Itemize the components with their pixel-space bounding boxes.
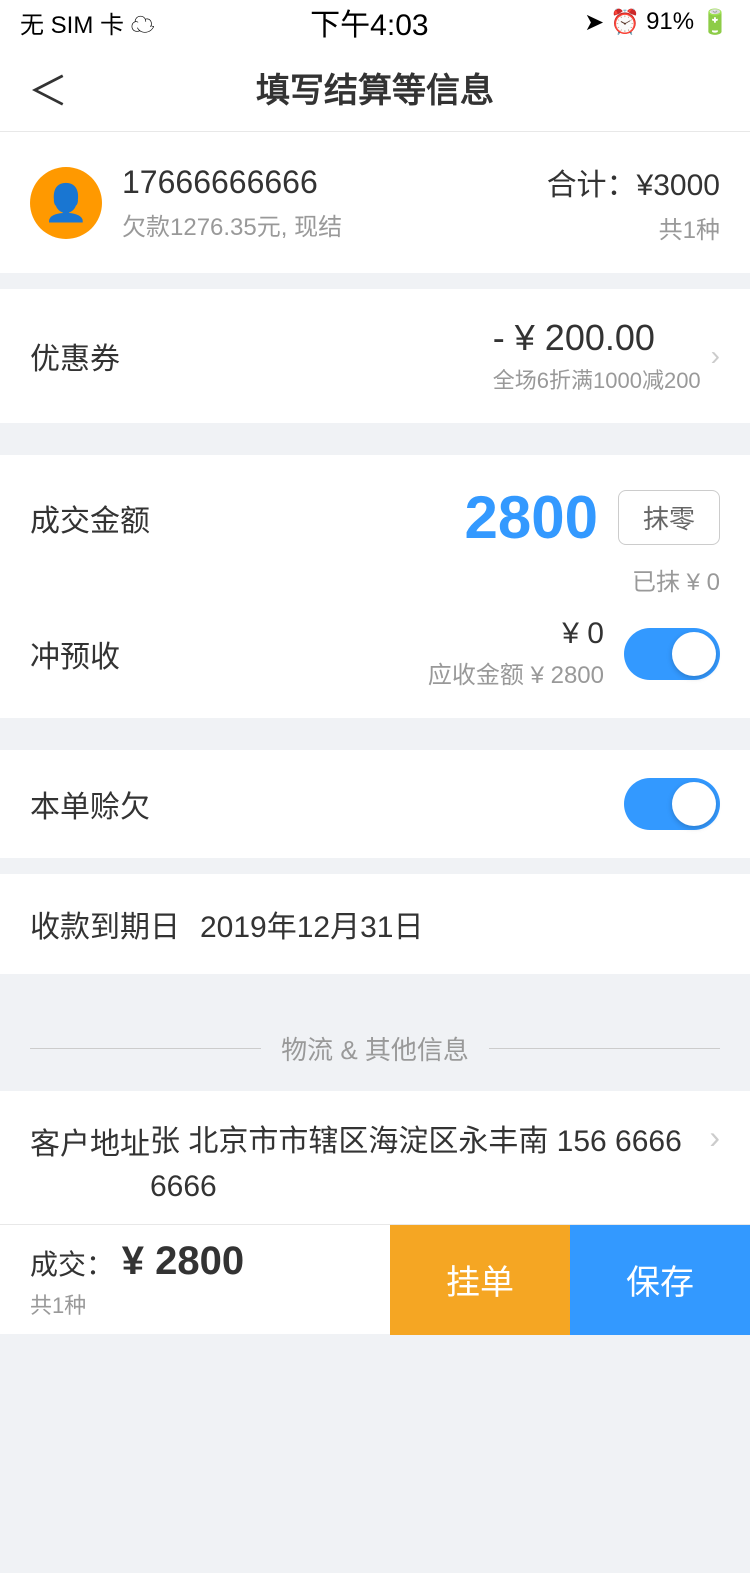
status-time: 下午4:03 [310, 0, 428, 44]
battery-level: 91% [646, 8, 694, 36]
coupon-desc: 全场6折满1000减200 [493, 363, 701, 395]
customer-card: 👤 17666666666 欠款1276.35元, 现结 合计：¥3000 共1… [0, 132, 750, 273]
prereceive-row: 冲预收 ¥ 0 应收金额 ¥ 2800 [30, 597, 720, 690]
amount-sub: 已抹 ¥ 0 [30, 562, 720, 597]
prereceive-values: ¥ 0 应收金额 ¥ 2800 [428, 617, 604, 690]
battery-icon: 🔋 [700, 8, 730, 37]
address-value: 张 北京市市辖区海淀区永丰南 156 6666 6666 [150, 1119, 699, 1209]
coupon-right: - ¥ 200.00 全场6折满1000减200 › [493, 317, 720, 395]
section-divider-2 [0, 734, 750, 750]
writeoff-toggle-knob [672, 782, 716, 826]
bottom-deal-label: 成交： [30, 1249, 114, 1280]
prereceive-right: ¥ 0 应收金额 ¥ 2800 [428, 617, 720, 690]
address-chevron-icon: › [709, 1119, 720, 1156]
customer-right: 合计：¥3000 共1种 [547, 160, 720, 245]
logistics-divider: 物流 & 其他信息 [0, 1006, 750, 1091]
bottom-deal-count: 共1种 [30, 1288, 360, 1320]
bottom-deal-amount: ¥ 2800 [122, 1239, 244, 1283]
amount-right: 2800 抹零 [465, 483, 721, 552]
prereceive-sub: 应收金额 ¥ 2800 [428, 655, 604, 690]
bottom-bar: 成交： ¥ 2800 共1种 挂单 保存 [0, 1224, 750, 1334]
total-count: 共1种 [547, 210, 720, 245]
content-area: 👤 17666666666 欠款1276.35元, 现结 合计：¥3000 共1… [0, 132, 750, 1573]
address-label: 客户地址 [30, 1119, 150, 1163]
prereceive-toggle[interactable] [624, 628, 720, 680]
back-button[interactable]: ＜ [28, 59, 68, 117]
page-title: 填写结算等信息 [256, 63, 494, 112]
address-section[interactable]: 客户地址 张 北京市市辖区海淀区永丰南 156 6666 6666 › [0, 1091, 750, 1237]
writeoff-label: 本单赊欠 [30, 782, 150, 826]
duedate-section: 收款到期日 2019年12月31日 [0, 874, 750, 974]
status-right: ➤ ⏰ 91% 🔋 [584, 8, 730, 37]
section-divider-1 [0, 439, 750, 455]
transaction-section: 成交金额 2800 抹零 已抹 ¥ 0 冲预收 ¥ 0 应收金额 ¥ 2800 [0, 455, 750, 718]
customer-debt: 欠款1276.35元, 现结 [122, 207, 342, 242]
customer-left: 👤 17666666666 欠款1276.35元, 现结 [30, 164, 342, 242]
writeoff-section: 本单赊欠 [0, 750, 750, 858]
round-button[interactable]: 抹零 [618, 490, 720, 545]
total-amount: 合计：¥3000 [547, 160, 720, 204]
bottom-deal-line: 成交： ¥ 2800 [30, 1239, 360, 1284]
amount-row: 成交金额 2800 抹零 [30, 483, 720, 552]
toggle-knob [672, 632, 716, 676]
customer-phone: 17666666666 [122, 164, 342, 201]
duedate-label: 收款到期日 [30, 902, 180, 946]
avatar: 👤 [30, 167, 102, 239]
status-left: 无 SIM 卡 ☁ [20, 5, 155, 40]
chevron-right-icon: › [711, 340, 720, 372]
section-divider-3 [0, 990, 750, 1006]
amount-value: 2800 [465, 483, 598, 552]
coupon-label: 优惠券 [30, 334, 120, 378]
nav-bar: ＜ 填写结算等信息 [0, 44, 750, 132]
logistics-text: 物流 & 其他信息 [261, 1030, 489, 1067]
duedate-value: 2019年12月31日 [200, 902, 423, 946]
bottom-info: 成交： ¥ 2800 共1种 [0, 1239, 390, 1320]
person-icon: 👤 [44, 182, 89, 224]
coupon-row[interactable]: 优惠券 - ¥ 200.00 全场6折满1000减200 › [0, 289, 750, 423]
prereceive-amount: ¥ 0 [428, 617, 604, 651]
sim-status: 无 SIM 卡 ☁ [20, 5, 155, 40]
coupon-discount: - ¥ 200.00 [493, 317, 701, 359]
customer-info: 17666666666 欠款1276.35元, 现结 [122, 164, 342, 242]
hold-button[interactable]: 挂单 [390, 1225, 570, 1335]
prereceive-label: 冲预收 [30, 632, 120, 676]
divider-line-right [489, 1048, 720, 1049]
location-icon: ➤ [584, 8, 604, 37]
save-button[interactable]: 保存 [570, 1225, 750, 1335]
writeoff-toggle[interactable] [624, 778, 720, 830]
alarm-icon: ⏰ [610, 8, 640, 37]
status-bar: 无 SIM 卡 ☁ 下午4:03 ➤ ⏰ 91% 🔋 [0, 0, 750, 44]
amount-label: 成交金额 [30, 496, 150, 540]
divider-line-left [30, 1048, 261, 1049]
